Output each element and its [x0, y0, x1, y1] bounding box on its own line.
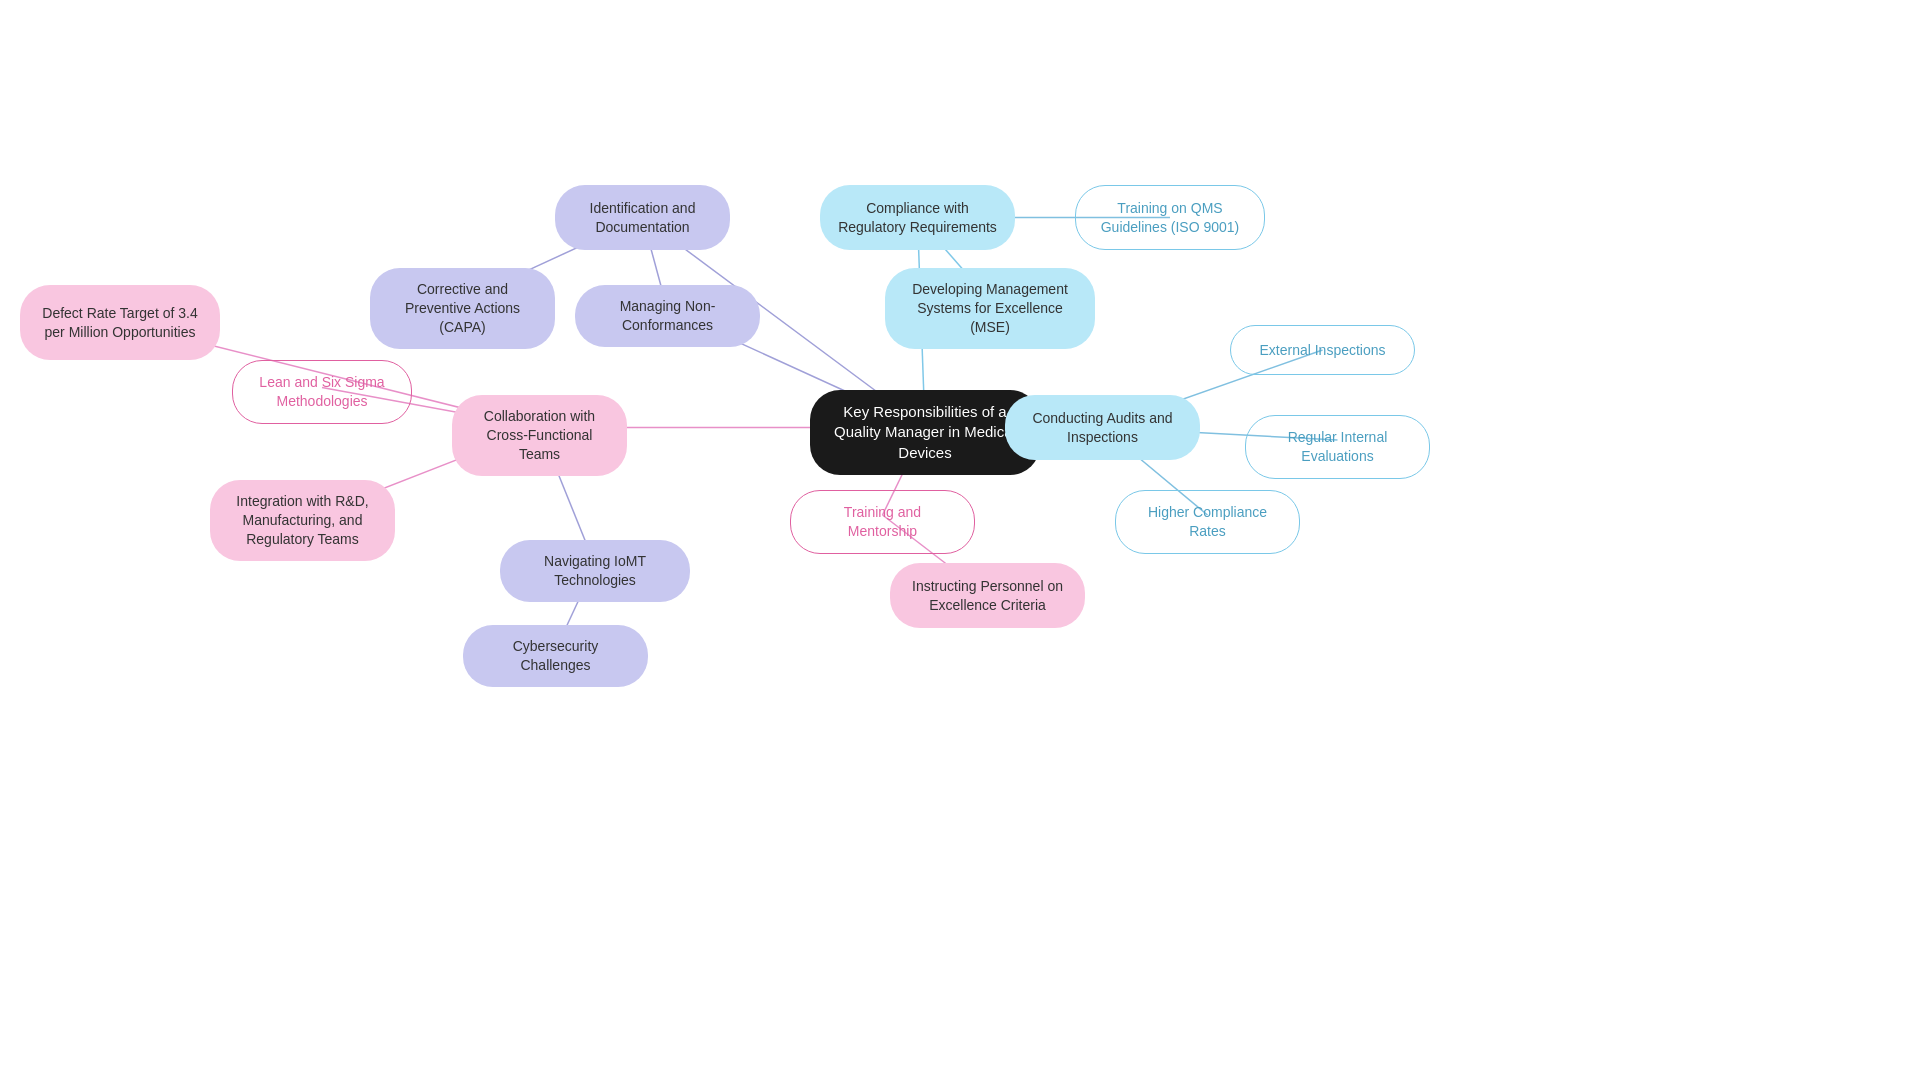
node-corrective: Corrective and Preventive Actions (CAPA): [370, 268, 555, 349]
node-regularInternal: Regular Internal Evaluations: [1245, 415, 1430, 479]
node-cybersecurity: Cybersecurity Challenges: [463, 625, 648, 687]
mind-map: Key Responsibilities of a Quality Manage…: [0, 0, 1920, 1083]
node-managingNon: Managing Non-Conformances: [575, 285, 760, 347]
node-developingMgmt: Developing Management Systems for Excell…: [885, 268, 1095, 349]
node-collaboration: Collaboration with Cross-Functional Team…: [452, 395, 627, 476]
node-defectRate: Defect Rate Target of 3.4 per Million Op…: [20, 285, 220, 360]
node-compliance: Compliance with Regulatory Requirements: [820, 185, 1015, 250]
node-identification: Identification and Documentation: [555, 185, 730, 250]
node-trainingMentorship: Training and Mentorship: [790, 490, 975, 554]
node-instructing: Instructing Personnel on Excellence Crit…: [890, 563, 1085, 628]
node-externalInspections: External Inspections: [1230, 325, 1415, 375]
node-higherCompliance: Higher Compliance Rates: [1115, 490, 1300, 554]
node-trainingQMS: Training on QMS Guidelines (ISO 9001): [1075, 185, 1265, 250]
node-integration: Integration with R&D, Manufacturing, and…: [210, 480, 395, 561]
node-conductingAudits: Conducting Audits and Inspections: [1005, 395, 1200, 460]
node-navigatingIoMT: Navigating IoMT Technologies: [500, 540, 690, 602]
node-leanSix: Lean and Six Sigma Methodologies: [232, 360, 412, 424]
